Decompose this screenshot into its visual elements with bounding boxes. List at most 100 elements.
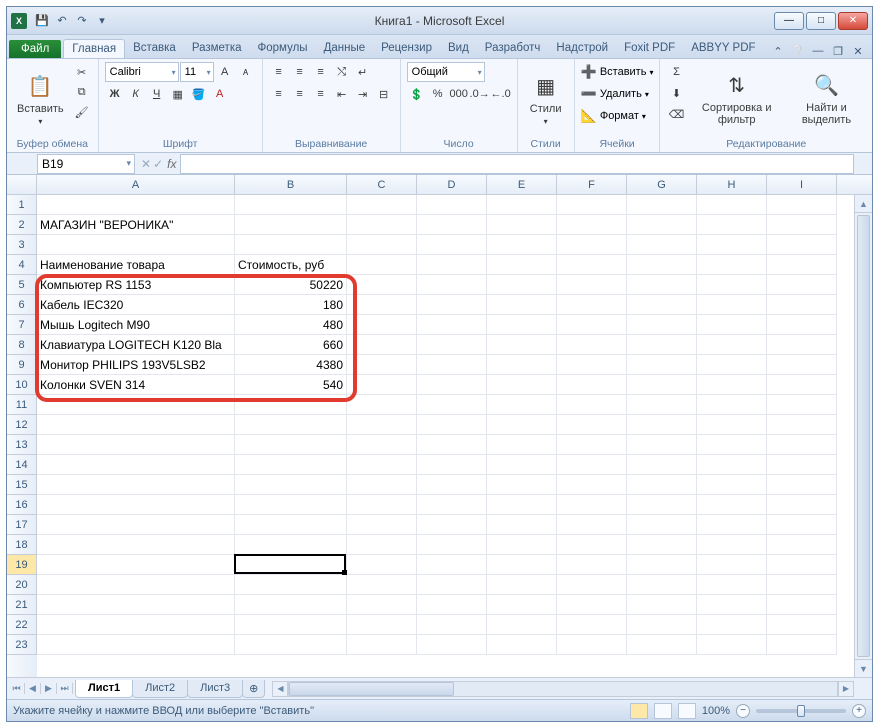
cell-A15[interactable] — [37, 475, 235, 495]
fill-color-icon[interactable]: 🪣 — [189, 84, 209, 104]
ribbon-tab-1[interactable]: Вставка — [125, 39, 184, 58]
sheet-nav-prev-icon[interactable]: ◀ — [25, 683, 41, 694]
cell-C21[interactable] — [347, 595, 417, 615]
cell-D6[interactable] — [417, 295, 487, 315]
page-break-view-button[interactable] — [678, 703, 696, 719]
cell-A11[interactable] — [37, 395, 235, 415]
column-header-H[interactable]: H — [697, 175, 767, 194]
ribbon-tab-6[interactable]: Вид — [440, 39, 477, 58]
cell-G14[interactable] — [627, 455, 697, 475]
styles-button[interactable]: ▦ Стили ▾ — [524, 62, 568, 136]
scroll-left-icon[interactable]: ◀ — [272, 681, 288, 697]
cell-E20[interactable] — [487, 575, 557, 595]
scroll-right-icon[interactable]: ▶ — [838, 681, 854, 697]
cell-H3[interactable] — [697, 235, 767, 255]
row-header-6[interactable]: 6 — [7, 295, 37, 315]
cell-C14[interactable] — [347, 455, 417, 475]
cell-G11[interactable] — [627, 395, 697, 415]
cell-E21[interactable] — [487, 595, 557, 615]
fx-icon[interactable]: fx — [167, 157, 176, 171]
cell-G13[interactable] — [627, 435, 697, 455]
page-layout-view-button[interactable] — [654, 703, 672, 719]
cell-H6[interactable] — [697, 295, 767, 315]
cell-A16[interactable] — [37, 495, 235, 515]
cell-D14[interactable] — [417, 455, 487, 475]
save-icon[interactable]: 💾 — [33, 12, 51, 30]
zoom-level[interactable]: 100% — [702, 705, 730, 717]
cell-F21[interactable] — [557, 595, 627, 615]
cell-E5[interactable] — [487, 275, 557, 295]
cell-H2[interactable] — [697, 215, 767, 235]
cell-A19[interactable] — [37, 555, 235, 575]
row-header-17[interactable]: 17 — [7, 515, 37, 535]
cell-F8[interactable] — [557, 335, 627, 355]
zoom-out-button[interactable]: − — [736, 704, 750, 718]
paste-button[interactable]: 📋 Вставить ▾ — [13, 62, 68, 136]
cell-D4[interactable] — [417, 255, 487, 275]
scroll-up-icon[interactable]: ▲ — [855, 195, 872, 213]
row-header-22[interactable]: 22 — [7, 615, 37, 635]
cell-A21[interactable] — [37, 595, 235, 615]
format-cells-button[interactable]: Формат — [600, 110, 639, 122]
cell-I19[interactable] — [767, 555, 837, 575]
cell-G9[interactable] — [627, 355, 697, 375]
font-name-combo[interactable]: Calibri — [105, 62, 179, 82]
cell-E11[interactable] — [487, 395, 557, 415]
row-header-20[interactable]: 20 — [7, 575, 37, 595]
bold-icon[interactable]: Ж — [105, 84, 125, 104]
cell-B16[interactable] — [235, 495, 347, 515]
cell-I21[interactable] — [767, 595, 837, 615]
row-header-23[interactable]: 23 — [7, 635, 37, 655]
merge-icon[interactable]: ⊟ — [374, 84, 394, 104]
scroll-down-icon[interactable]: ▼ — [855, 659, 872, 677]
cell-B14[interactable] — [235, 455, 347, 475]
underline-icon[interactable]: Ч — [147, 84, 167, 104]
clear-icon[interactable]: ⌫ — [666, 104, 686, 124]
cell-E7[interactable] — [487, 315, 557, 335]
cell-H7[interactable] — [697, 315, 767, 335]
cell-E19[interactable] — [487, 555, 557, 575]
cell-F20[interactable] — [557, 575, 627, 595]
cell-F23[interactable] — [557, 635, 627, 655]
column-header-I[interactable]: I — [767, 175, 837, 194]
cell-G7[interactable] — [627, 315, 697, 335]
cell-A12[interactable] — [37, 415, 235, 435]
find-select-button[interactable]: 🔍 Найти и выделить — [787, 62, 866, 136]
format-painter-icon[interactable]: 🖌 — [72, 102, 92, 122]
cell-H12[interactable] — [697, 415, 767, 435]
cell-D2[interactable] — [417, 215, 487, 235]
cell-G16[interactable] — [627, 495, 697, 515]
font-color-icon[interactable]: A — [210, 84, 230, 104]
cell-E3[interactable] — [487, 235, 557, 255]
row-header-21[interactable]: 21 — [7, 595, 37, 615]
hscroll-thumb[interactable] — [289, 682, 453, 696]
doc-close-icon[interactable]: ✕ — [848, 45, 868, 58]
cell-H16[interactable] — [697, 495, 767, 515]
cell-B5[interactable]: 50220 — [235, 275, 347, 295]
cell-D1[interactable] — [417, 195, 487, 215]
cell-I15[interactable] — [767, 475, 837, 495]
cell-G1[interactable] — [627, 195, 697, 215]
cell-C17[interactable] — [347, 515, 417, 535]
cell-I23[interactable] — [767, 635, 837, 655]
row-header-18[interactable]: 18 — [7, 535, 37, 555]
cell-F9[interactable] — [557, 355, 627, 375]
cell-C22[interactable] — [347, 615, 417, 635]
cell-C9[interactable] — [347, 355, 417, 375]
cell-B9[interactable]: 4380 — [235, 355, 347, 375]
currency-icon[interactable]: 💲 — [407, 84, 427, 104]
cell-E14[interactable] — [487, 455, 557, 475]
cell-G4[interactable] — [627, 255, 697, 275]
cell-A20[interactable] — [37, 575, 235, 595]
row-header-7[interactable]: 7 — [7, 315, 37, 335]
cell-C5[interactable] — [347, 275, 417, 295]
row-header-8[interactable]: 8 — [7, 335, 37, 355]
cell-B23[interactable] — [235, 635, 347, 655]
cell-I3[interactable] — [767, 235, 837, 255]
cell-D17[interactable] — [417, 515, 487, 535]
cell-H1[interactable] — [697, 195, 767, 215]
ribbon-minimize-icon[interactable]: ⌃ — [768, 45, 788, 58]
zoom-slider[interactable] — [756, 709, 846, 713]
cell-C7[interactable] — [347, 315, 417, 335]
cell-G20[interactable] — [627, 575, 697, 595]
